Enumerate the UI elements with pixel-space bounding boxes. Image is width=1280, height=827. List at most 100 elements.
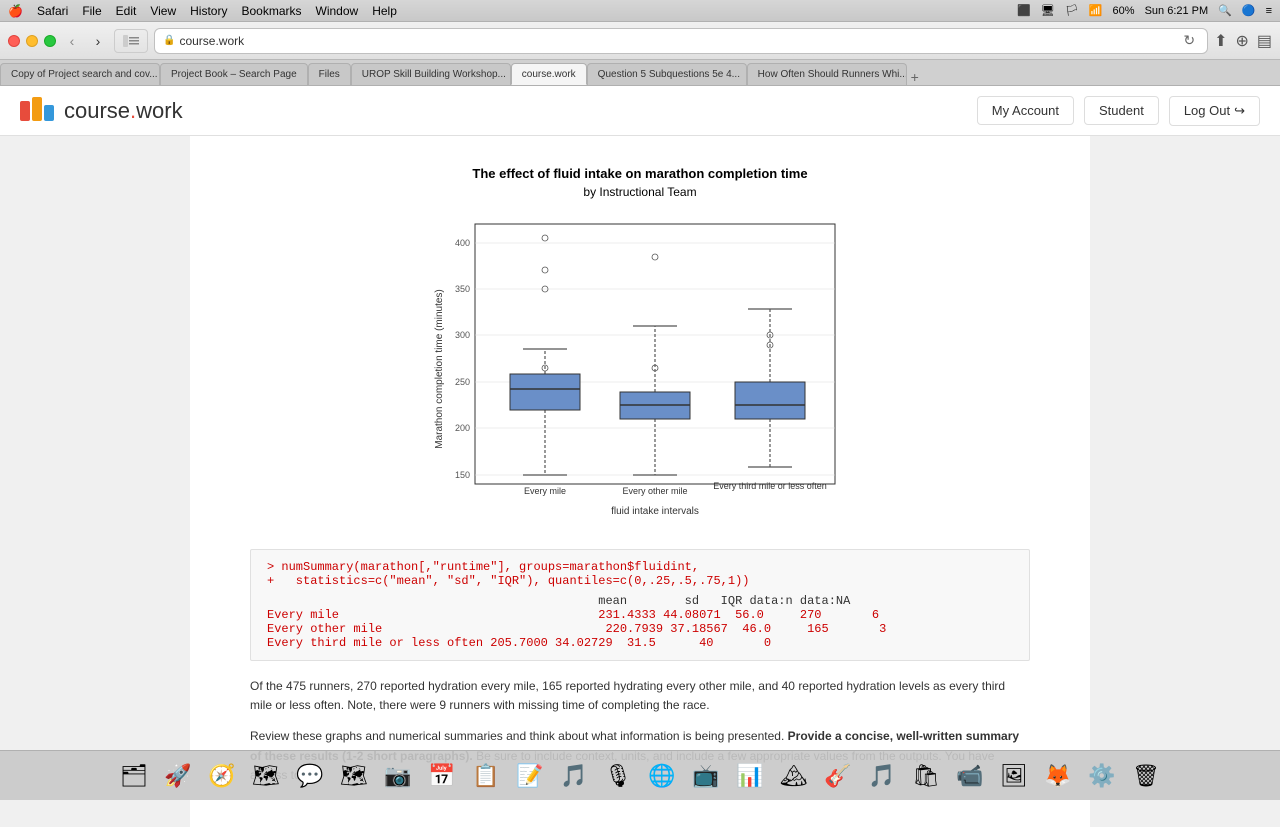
dock-zoom[interactable]: 📹 <box>950 756 990 796</box>
logout-label: Log Out <box>1184 103 1230 118</box>
apple-icon[interactable]: 🍎 <box>8 4 23 18</box>
airplay-icon: ⬛ <box>1017 4 1031 17</box>
code-block: > numSummary(marathon[,"runtime"], group… <box>250 549 1030 661</box>
dock-preview[interactable]: 🖼 <box>994 756 1034 796</box>
address-bar[interactable]: 🔒 course.work ↻ <box>154 28 1208 54</box>
tab-label: course.work <box>522 69 576 80</box>
dock-music[interactable]: 🎵 <box>554 756 594 796</box>
logout-icon: ↪ <box>1234 103 1245 119</box>
dock-finder[interactable]: 🗂 <box>114 756 154 796</box>
tab-copy-project[interactable]: Copy of Project search and cov... <box>0 63 160 85</box>
chart-title: The effect of fluid intake on marathon c… <box>250 166 1030 181</box>
tab-label: Copy of Project search and cov... <box>11 69 158 80</box>
boxplot-svg: Marathon completion time (minutes) 150 2… <box>430 209 850 529</box>
maximize-button[interactable] <box>44 35 56 47</box>
share-icon[interactable]: ⬆ <box>1214 31 1227 51</box>
svg-text:fluid intake intervals: fluid intake intervals <box>611 506 699 517</box>
search-icon[interactable]: 🔍 <box>1218 4 1232 17</box>
dock-safari[interactable]: 🧭 <box>202 756 242 796</box>
sidebar-icon[interactable]: ▤ <box>1257 31 1272 51</box>
text2-start: Review these graphs and numerical summar… <box>250 729 788 743</box>
file-menu[interactable]: File <box>82 4 101 18</box>
clock: Sun 6:21 PM <box>1145 5 1209 17</box>
dock-chrome[interactable]: 🌐 <box>642 756 682 796</box>
dock-appstore[interactable]: 🛍 <box>906 756 946 796</box>
dock-spotify[interactable]: 🎵 <box>862 756 902 796</box>
body-text-1: Of the 475 runners, 270 reported hydrati… <box>250 677 1030 715</box>
window-menu[interactable]: Window <box>316 4 359 18</box>
safari-menu[interactable]: Safari <box>37 4 68 18</box>
dock-appletv[interactable]: 📺 <box>686 756 726 796</box>
forward-button[interactable]: › <box>88 31 108 51</box>
wifi-icon: 📶 <box>1089 4 1103 17</box>
svg-text:350: 350 <box>455 284 470 294</box>
tab-coursework[interactable]: course.work <box>511 63 587 85</box>
close-button[interactable] <box>8 35 20 47</box>
svg-text:Every third mile or less often: Every third mile or less often <box>713 481 827 491</box>
logo-svg <box>20 93 56 129</box>
code-row-3: Every third mile or less often 205.7000 … <box>267 636 1013 650</box>
minimize-button[interactable] <box>26 35 38 47</box>
dock-firefox[interactable]: 🦊 <box>1038 756 1078 796</box>
student-button[interactable]: Student <box>1084 96 1159 125</box>
logo: course.work <box>20 93 183 129</box>
title-bar: 🍎 Safari File Edit View History Bookmark… <box>0 0 1280 22</box>
dock: 🗂 🚀 🧭 🗺 💬 🗺 📷 📅 📋 📝 🎵 🎙 🌐 📺 📊 🏔 🎸 🎵 🛍 📹 … <box>0 750 1280 800</box>
dock-messages[interactable]: 💬 <box>290 756 330 796</box>
title-bar-right: ⬛ 🖥 🏳 📶 60% Sun 6:21 PM 🔍 🔵 ≡ <box>1017 4 1272 17</box>
dock-maps[interactable]: 🗺 <box>334 756 374 796</box>
tab-project-book[interactable]: Project Book – Search Page <box>160 63 308 85</box>
code-line1: > numSummary(marathon[,"runtime"], group… <box>267 560 1013 574</box>
dock-photos2[interactable]: 📷 <box>378 756 418 796</box>
site-header: course.work My Account Student Log Out ↪ <box>0 86 1280 136</box>
dock-garageband[interactable]: 🎸 <box>818 756 858 796</box>
lock-icon: 🔒 <box>163 35 175 46</box>
view-menu[interactable]: View <box>150 4 176 18</box>
header-nav: My Account Student Log Out ↪ <box>977 96 1260 126</box>
back-button[interactable]: ‹ <box>62 31 82 51</box>
tab-runners[interactable]: How Often Should Runners Whi... <box>747 63 907 85</box>
tabs-bar: Copy of Project search and cov... Projec… <box>0 60 1280 86</box>
bookmarks-menu[interactable]: Bookmarks <box>241 4 301 18</box>
dock-photos[interactable]: 🗺 <box>246 756 286 796</box>
tab-urop[interactable]: UROP Skill Building Workshop... <box>351 63 511 85</box>
dock-podcasts[interactable]: 🎙 <box>598 756 638 796</box>
dock-settings[interactable]: ⚙️ <box>1082 756 1122 796</box>
my-account-button[interactable]: My Account <box>977 96 1074 125</box>
dock-trash[interactable]: 🗑 <box>1126 756 1166 796</box>
dock-numbers[interactable]: 📊 <box>730 756 770 796</box>
tab-label: How Often Should Runners Whi... <box>758 69 907 80</box>
dock-calendar[interactable]: 📅 <box>422 756 462 796</box>
flag-icon: 🏳 <box>1065 4 1079 17</box>
svg-text:200: 200 <box>455 423 470 433</box>
dock-keynote[interactable]: 🏔 <box>774 756 814 796</box>
svg-text:150: 150 <box>455 470 470 480</box>
sidebar-button[interactable] <box>114 29 148 53</box>
battery-status: 60% <box>1113 5 1135 17</box>
history-menu[interactable]: History <box>190 4 227 18</box>
svg-text:300: 300 <box>455 330 470 340</box>
control-center-icon[interactable]: ≡ <box>1266 5 1272 17</box>
dock-launchpad[interactable]: 🚀 <box>158 756 198 796</box>
chart-container: The effect of fluid intake on marathon c… <box>250 166 1030 529</box>
code-line2: + statistics=c("mean", "sd", "IQR"), qua… <box>267 574 1013 588</box>
svg-text:250: 250 <box>455 377 470 387</box>
svg-text:Every mile: Every mile <box>524 486 566 496</box>
code-header: mean sd IQR data:n data:NA <box>267 594 1013 608</box>
new-tab-button[interactable]: + <box>911 69 919 85</box>
tab-files[interactable]: Files <box>308 63 351 85</box>
edit-menu[interactable]: Edit <box>116 4 137 18</box>
reload-button[interactable]: ↻ <box>1179 32 1199 49</box>
logout-button[interactable]: Log Out ↪ <box>1169 96 1260 126</box>
new-tab-icon[interactable]: ⊕ <box>1235 31 1248 51</box>
siri-icon[interactable]: 🔵 <box>1242 4 1256 17</box>
dock-reminders[interactable]: 📋 <box>466 756 506 796</box>
toolbar-icons: ⬆ ⊕ ▤ <box>1214 31 1272 51</box>
page-background: The effect of fluid intake on marathon c… <box>0 136 1280 827</box>
tab-label: Project Book – Search Page <box>171 69 297 80</box>
safari-toolbar: ‹ › 🔒 course.work ↻ ⬆ ⊕ ▤ <box>0 22 1280 60</box>
tab-label: UROP Skill Building Workshop... <box>362 69 506 80</box>
tab-question5[interactable]: Question 5 Subquestions 5e 4... <box>587 63 747 85</box>
help-menu[interactable]: Help <box>372 4 397 18</box>
dock-notes[interactable]: 📝 <box>510 756 550 796</box>
